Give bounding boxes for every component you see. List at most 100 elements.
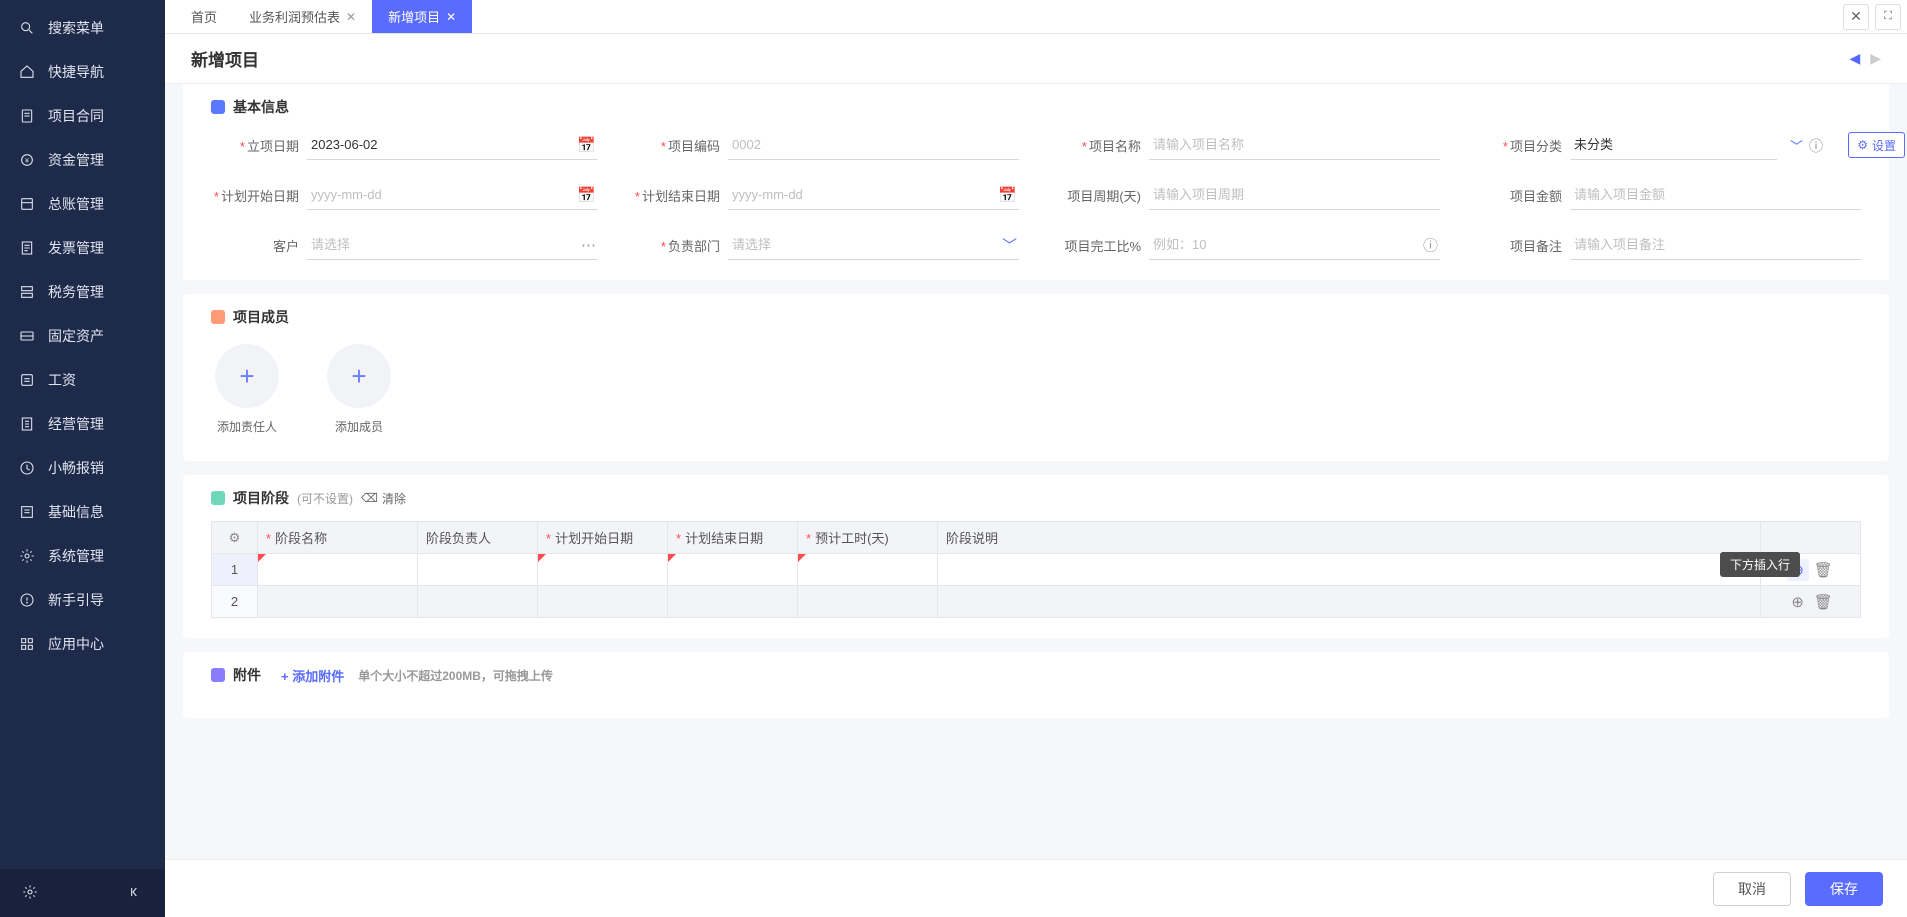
- table-row[interactable]: 2 ⊕ 🗑: [212, 586, 1861, 618]
- section-icon: [211, 100, 225, 114]
- prev-button[interactable]: ◀: [1849, 50, 1860, 67]
- add-attachment-button[interactable]: + 添加附件: [281, 666, 344, 685]
- cell-actions: 下方插入行 ⊕ 🗑: [1761, 554, 1861, 586]
- chevron-down-icon[interactable]: ﹀: [1002, 235, 1017, 256]
- help-icon[interactable]: ⓘ: [1423, 235, 1438, 256]
- clear-button[interactable]: ⌫ 清除: [361, 490, 406, 507]
- sidebar-item-baseinfo[interactable]: 基础信息: [0, 490, 165, 534]
- cell-plan-end[interactable]: [668, 554, 798, 586]
- row-number: 1: [212, 554, 258, 586]
- cell-est-hours[interactable]: [798, 586, 938, 618]
- label-period: 项目周期(天): [1053, 186, 1149, 205]
- sidebar-label: 搜索菜单: [48, 18, 104, 38]
- cell-stage-name[interactable]: [258, 586, 418, 618]
- delete-row-button[interactable]: 🗑: [1812, 591, 1834, 613]
- fullscreen-button[interactable]: ⛶: [1875, 4, 1901, 30]
- cell-est-hours[interactable]: [798, 554, 938, 586]
- more-icon[interactable]: ⋯: [581, 236, 596, 254]
- chevron-down-icon[interactable]: ﹀: [1790, 136, 1803, 155]
- input-proj-name[interactable]: [1149, 130, 1440, 160]
- sidebar-item-invoice[interactable]: 发票管理: [0, 226, 165, 270]
- input-proj-code[interactable]: [728, 130, 1019, 160]
- section-title-members: 项目成员: [211, 294, 1861, 340]
- calendar-icon[interactable]: 📅: [998, 186, 1017, 204]
- sidebar-item-system[interactable]: 系统管理: [0, 534, 165, 578]
- col-stage-owner: 阶段负责人: [418, 522, 538, 554]
- tab-home[interactable]: 首页: [175, 0, 233, 33]
- cell-stage-owner[interactable]: [418, 586, 538, 618]
- sidebar-item-search[interactable]: 搜索菜单: [0, 6, 165, 50]
- settings-button[interactable]: ⚙ 设置: [1848, 132, 1905, 158]
- tab-new-project[interactable]: 新增项目 ✕: [372, 0, 472, 33]
- search-icon: [18, 19, 36, 37]
- help-icon[interactable]: ⓘ: [1809, 136, 1823, 156]
- sidebar-item-salary[interactable]: 工资: [0, 358, 165, 402]
- tab-label: 新增项目: [388, 7, 440, 26]
- table-row[interactable]: 1 下方插入行 ⊕ 🗑: [212, 554, 1861, 586]
- money-icon: ¥: [18, 151, 36, 169]
- input-plan-end[interactable]: [728, 180, 1019, 210]
- tabbar: 首页 业务利润预估表✕ 新增项目 ✕ ✕ ⛶: [165, 0, 1907, 34]
- calendar-icon[interactable]: 📅: [577, 136, 596, 154]
- field-proj-code: *项目编码: [632, 130, 1019, 160]
- input-progress[interactable]: [1149, 230, 1440, 260]
- sidebar-item-funds[interactable]: ¥资金管理: [0, 138, 165, 182]
- sidebar-item-contract[interactable]: 项目合同: [0, 94, 165, 138]
- section-title-stages: 项目阶段 (可不设置) ⌫ 清除: [211, 475, 1861, 521]
- expense-icon: [18, 459, 36, 477]
- footer: 取消 保存: [165, 859, 1907, 917]
- cancel-button[interactable]: 取消: [1713, 872, 1791, 906]
- sidebar-item-business[interactable]: 经营管理: [0, 402, 165, 446]
- cell-plan-end[interactable]: [668, 586, 798, 618]
- cell-stage-desc[interactable]: [938, 586, 1761, 618]
- section-basic: 基本信息 *立项日期 📅 *项目编码 *项目名称 *: [183, 84, 1889, 280]
- next-button[interactable]: ▶: [1870, 50, 1881, 67]
- sidebar-item-ledger[interactable]: 总账管理: [0, 182, 165, 226]
- add-member-button[interactable]: + 添加成员: [327, 344, 391, 435]
- delete-row-button[interactable]: 🗑: [1812, 559, 1834, 581]
- input-remark[interactable]: [1570, 230, 1861, 260]
- tax-icon: [18, 283, 36, 301]
- cell-plan-start[interactable]: [538, 586, 668, 618]
- col-gear[interactable]: ⚙: [212, 522, 258, 554]
- col-plan-start: *计划开始日期: [538, 522, 668, 554]
- section-icon: [211, 668, 225, 682]
- close-panel-button[interactable]: ✕: [1843, 4, 1869, 30]
- add-owner-button[interactable]: + 添加责任人: [215, 344, 279, 435]
- field-dept: *负责部门 ﹀: [632, 230, 1019, 260]
- page-header: 新增项目 ◀ ▶: [165, 34, 1907, 84]
- pager: ◀ ▶: [1849, 50, 1881, 67]
- sidebar-item-guide[interactable]: 新手引导: [0, 578, 165, 622]
- input-customer[interactable]: [307, 230, 598, 260]
- cell-stage-name[interactable]: [258, 554, 418, 586]
- main: 首页 业务利润预估表✕ 新增项目 ✕ ✕ ⛶ 新增项目 ◀ ▶ 基本信息 *立项日…: [165, 0, 1907, 917]
- sidebar-item-asset[interactable]: 固定资产: [0, 314, 165, 358]
- field-period: 项目周期(天): [1053, 180, 1440, 210]
- cell-stage-owner[interactable]: [418, 554, 538, 586]
- plus-icon: +: [215, 344, 279, 408]
- input-create-date[interactable]: [307, 130, 598, 160]
- sidebar-item-tax[interactable]: 税务管理: [0, 270, 165, 314]
- sidebar-label: 基础信息: [48, 502, 104, 522]
- col-est-hours: *预计工时(天): [798, 522, 938, 554]
- input-plan-start[interactable]: [307, 180, 598, 210]
- save-button[interactable]: 保存: [1805, 872, 1883, 906]
- input-amount[interactable]: [1570, 180, 1861, 210]
- insert-row-button[interactable]: ⊕: [1787, 591, 1809, 613]
- calendar-icon[interactable]: 📅: [577, 186, 596, 204]
- page-title: 新增项目: [191, 46, 259, 71]
- cell-stage-desc[interactable]: [938, 554, 1761, 586]
- tab-profit-estimate[interactable]: 业务利润预估表✕: [233, 0, 372, 33]
- close-icon[interactable]: ✕: [346, 10, 356, 24]
- sidebar-item-expense[interactable]: 小畅报销: [0, 446, 165, 490]
- gear-icon[interactable]: [22, 884, 38, 903]
- sidebar-label: 小畅报销: [48, 458, 104, 478]
- collapse-icon[interactable]: [127, 884, 143, 903]
- cell-plan-start[interactable]: [538, 554, 668, 586]
- input-period[interactable]: [1149, 180, 1440, 210]
- sidebar-item-appcenter[interactable]: 应用中心: [0, 622, 165, 666]
- select-proj-category[interactable]: 未分类: [1570, 130, 1777, 160]
- input-dept[interactable]: [728, 230, 1019, 260]
- sidebar-item-quicknav[interactable]: 快捷导航: [0, 50, 165, 94]
- close-icon[interactable]: ✕: [446, 10, 456, 24]
